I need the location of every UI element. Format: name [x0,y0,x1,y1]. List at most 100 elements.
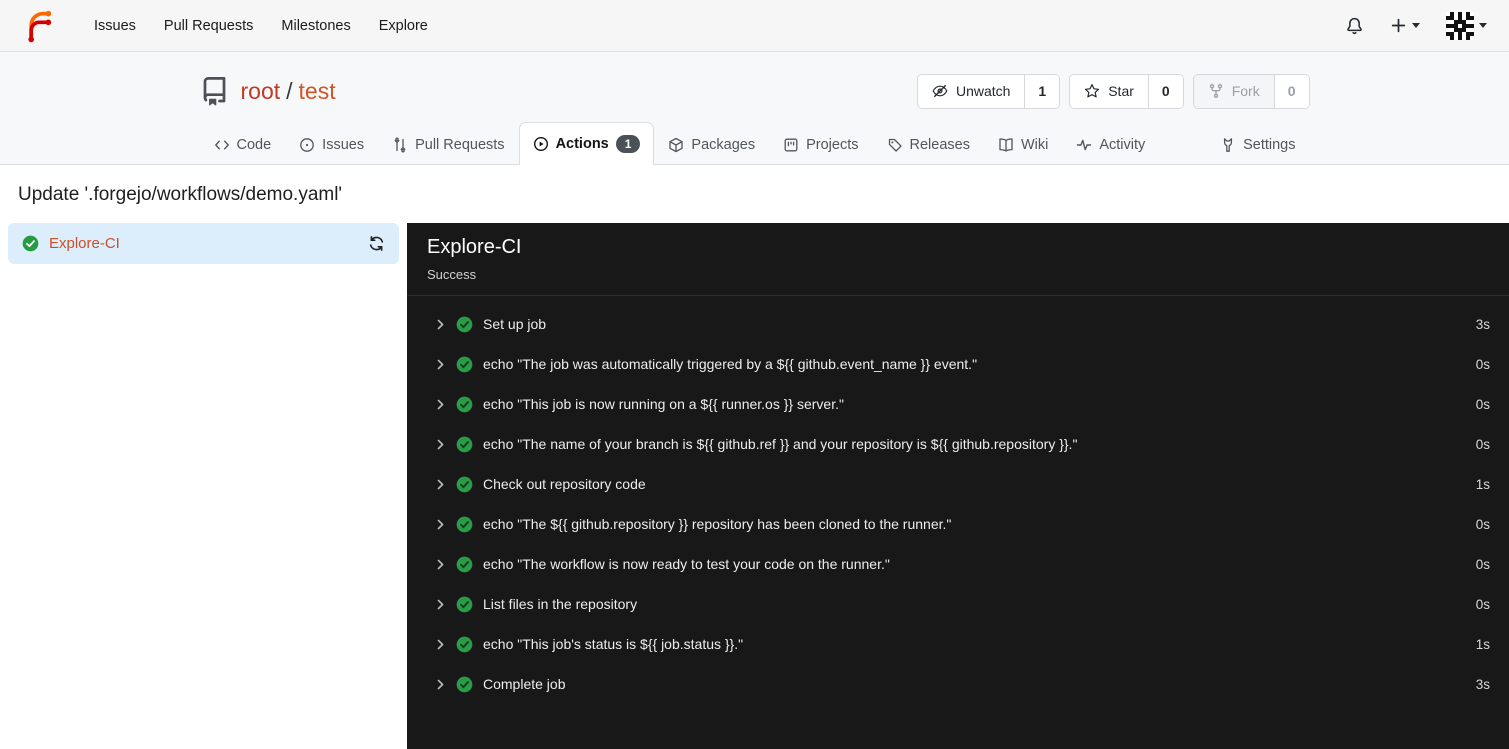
step-duration: 0s [1475,516,1490,532]
fork-button: Fork 0 [1192,73,1310,109]
step-row[interactable]: echo "The workflow is now ready to test … [407,544,1509,584]
step-duration: 3s [1475,316,1490,332]
repo-header: root / test Unwatch 1 Star 0 Fork 0 Code… [0,52,1509,166]
chevron-right-icon[interactable] [434,438,447,451]
star-button[interactable]: Star 0 [1069,73,1184,109]
repo-tabbar: Code Issues Pull Requests Actions 1 Pack… [200,122,1310,166]
tools-icon [1224,138,1233,153]
step-row[interactable]: echo "The job was automatically triggere… [407,344,1509,384]
job-item-explore-ci[interactable]: Explore-CI [8,223,399,265]
tab-wiki[interactable]: Wiki [984,124,1062,165]
notifications-bell-icon[interactable] [1345,16,1364,35]
step-duration: 0s [1475,436,1490,452]
forgejo-logo-icon[interactable] [22,9,56,43]
success-check-icon [456,556,473,573]
success-check-icon [456,436,473,453]
step-duration: 0s [1475,596,1490,612]
step-row[interactable]: echo "The ${{ github.repository }} repos… [407,504,1509,544]
chevron-right-icon[interactable] [434,358,447,371]
eye-slash-icon [932,84,948,98]
actions-count-badge: 1 [615,135,641,154]
step-duration: 3s [1475,676,1490,692]
success-check-icon [456,396,473,413]
jobs-sidebar: Explore-CI [0,223,407,749]
step-row[interactable]: List files in the repository 0s [407,584,1509,624]
step-list: Set up job 3s echo "The job was automati… [407,296,1509,704]
tab-issues[interactable]: Issues [285,124,378,165]
job-status-text: Success [427,267,477,283]
tab-pull-requests[interactable]: Pull Requests [378,124,518,165]
tab-packages[interactable]: Packages [654,124,769,165]
step-row[interactable]: echo "This job's status is ${{ job.statu… [407,624,1509,664]
step-row[interactable]: Complete job 3s [407,664,1509,704]
tab-projects[interactable]: Projects [769,124,872,165]
success-check-icon [456,356,473,373]
nav-link[interactable]: Issues [80,9,150,43]
tab-releases[interactable]: Releases [873,124,984,165]
repo-owner-link[interactable]: root [241,78,281,104]
step-row[interactable]: Set up job 3s [407,304,1509,344]
chevron-right-icon[interactable] [434,678,447,691]
play-circle-icon [533,137,548,152]
job-name: Explore-CI [49,235,120,253]
success-check-icon [456,316,473,333]
chevron-right-icon[interactable] [434,598,447,611]
success-check-icon [456,516,473,533]
nav-link[interactable]: Milestones [267,9,364,43]
nav-link[interactable]: Pull Requests [150,9,267,43]
repo-breadcrumb: root / test [241,78,336,105]
chevron-right-icon[interactable] [434,558,447,571]
fork-label: Fork [1231,83,1260,99]
top-navbar: Issues Pull Requests Milestones Explore [0,0,1509,52]
run-area: Explore-CI Explore-CI Success Set up job… [0,223,1509,749]
step-name: echo "This job is now running on a ${{ r… [483,396,844,413]
chevron-right-icon[interactable] [434,398,447,411]
step-name: Complete job [483,676,566,693]
job-log-panel: Explore-CI Success Set up job 3s echo "T… [407,223,1509,749]
unwatch-button[interactable]: Unwatch 1 [916,73,1061,109]
chevron-down-icon [1479,23,1487,28]
forks-count: 0 [1273,74,1309,108]
success-check-icon [456,636,473,653]
step-row[interactable]: Check out repository code 1s [407,464,1509,504]
pull-request-icon [394,137,406,153]
step-name: echo "The name of your branch is ${{ git… [483,436,1078,453]
step-name: Check out repository code [483,476,646,493]
tab-activity[interactable]: Activity [1062,124,1159,165]
chevron-right-icon[interactable] [434,638,447,651]
repository-icon [200,76,229,106]
watchers-count[interactable]: 1 [1024,74,1060,108]
user-menu[interactable] [1446,11,1487,40]
book-icon [999,138,1013,153]
tab-actions[interactable]: Actions 1 [518,122,655,166]
star-label: Star [1108,83,1134,99]
stars-count[interactable]: 0 [1147,74,1183,108]
step-row[interactable]: echo "The name of your branch is ${{ git… [407,424,1509,464]
repo-name-link[interactable]: test [299,78,336,104]
step-name: echo "This job's status is ${{ job.statu… [483,636,744,653]
success-check-icon [456,476,473,493]
success-check-icon [22,236,39,252]
step-name: List files in the repository [483,596,638,613]
tab-code[interactable]: Code [200,124,286,165]
job-log-header: Explore-CI Success [407,223,1509,297]
main-nav: Issues Pull Requests Milestones Explore [80,9,442,43]
nav-link[interactable]: Explore [365,9,442,43]
star-icon [1085,84,1100,98]
chevron-right-icon[interactable] [434,318,447,331]
pulse-icon [1077,140,1092,151]
tag-icon [888,139,902,153]
rerun-job-icon[interactable] [368,235,385,252]
chevron-right-icon[interactable] [434,478,447,491]
chevron-right-icon[interactable] [434,518,447,531]
step-name: echo "The ${{ github.repository }} repos… [483,516,952,533]
job-title: Explore-CI [427,236,522,259]
tab-settings[interactable]: Settings [1206,124,1309,165]
step-row[interactable]: echo "This job is now running on a ${{ r… [407,384,1509,424]
chevron-down-icon [1412,23,1420,28]
step-name: Set up job [483,316,547,333]
unwatch-label: Unwatch [955,83,1011,99]
step-name: echo "The job was automatically triggere… [483,356,978,373]
create-new-button[interactable] [1390,17,1420,34]
issue-opened-icon [300,138,315,153]
